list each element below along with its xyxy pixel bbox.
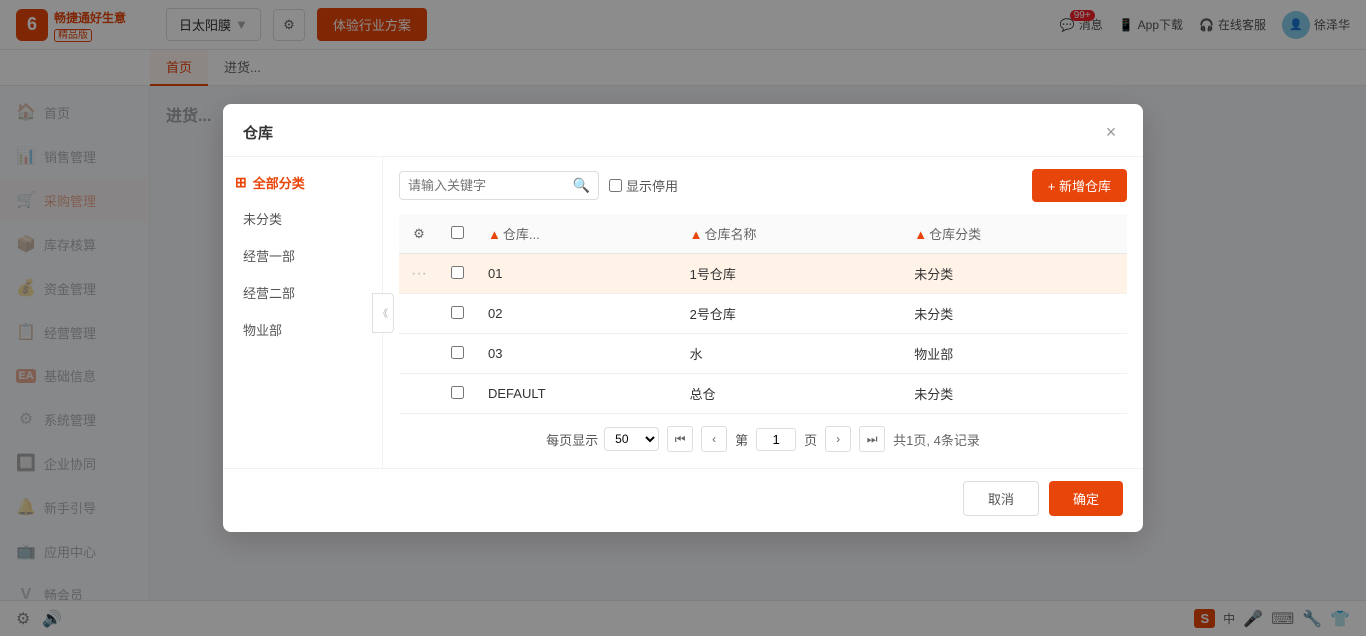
cat-item-1[interactable]: 经营一部	[223, 237, 382, 274]
all-categories[interactable]: ⊞ 全部分类	[223, 165, 382, 200]
add-warehouse-button[interactable]: + 新增仓库	[1032, 169, 1127, 202]
page-label: 第	[735, 430, 748, 449]
row-warehouse-name: 水	[678, 334, 903, 374]
row-check[interactable]	[439, 294, 476, 334]
row-category: 物业部	[902, 334, 1127, 374]
table-row[interactable]: 022号仓库未分类	[399, 294, 1127, 334]
per-page-label: 每页显示	[546, 430, 598, 449]
cat-item-label: 经营二部	[243, 286, 295, 301]
page-size-select[interactable]: 50 10 20 100	[604, 427, 659, 451]
pagination: 每页显示 50 10 20 100 ⏮ ‹ 第 页 › ⏭	[399, 414, 1127, 456]
page-unit: 页	[804, 430, 817, 449]
search-input[interactable]	[408, 178, 567, 193]
search-icon: 🔍	[573, 177, 590, 194]
search-wrap: 🔍	[399, 171, 599, 200]
row-code: DEFAULT	[476, 374, 678, 414]
row-check[interactable]	[439, 334, 476, 374]
row-checkbox[interactable]	[451, 386, 464, 399]
page-input[interactable]	[756, 428, 796, 451]
col-name: ▲仓库名称	[678, 214, 903, 254]
page-first-button[interactable]: ⏮	[667, 426, 693, 452]
all-categories-label: 全部分类	[253, 173, 305, 192]
row-actions[interactable]	[399, 294, 439, 334]
row-actions[interactable]: ···	[399, 254, 439, 294]
warehouse-modal: 仓库 × ⊞ 全部分类 未分类 经营一部 经营二部	[223, 104, 1143, 532]
row-warehouse-name: 1号仓库	[678, 254, 903, 294]
select-all-checkbox[interactable]	[451, 226, 464, 239]
row-code: 02	[476, 294, 678, 334]
modal-close-button[interactable]: ×	[1099, 120, 1123, 144]
page-prev-button[interactable]: ‹	[701, 426, 727, 452]
row-warehouse-name: 总仓	[678, 374, 903, 414]
sort-icon: ▲	[690, 227, 703, 242]
col-code: ▲仓库...	[476, 214, 678, 254]
row-checkbox[interactable]	[451, 306, 464, 319]
modal-overlay: 仓库 × ⊞ 全部分类 未分类 经营一部 经营二部	[0, 0, 1366, 636]
modal-title: 仓库	[243, 122, 273, 143]
row-code: 03	[476, 334, 678, 374]
page-total: 共1页, 4条记录	[893, 430, 980, 449]
table-row[interactable]: DEFAULT总仓未分类	[399, 374, 1127, 414]
row-actions[interactable]	[399, 334, 439, 374]
table-toolbar: 🔍 显示停用 + 新增仓库	[399, 169, 1127, 202]
row-category: 未分类	[902, 294, 1127, 334]
row-warehouse-name: 2号仓库	[678, 294, 903, 334]
modal-body: ⊞ 全部分类 未分类 经营一部 经营二部 物业部 《	[223, 157, 1143, 468]
cat-item-label: 未分类	[243, 212, 282, 227]
cat-item-0[interactable]: 未分类	[223, 200, 382, 237]
modal-header: 仓库 ×	[223, 104, 1143, 157]
table-row[interactable]: ··· 011号仓库未分类	[399, 254, 1127, 294]
col-settings: ⚙	[399, 214, 439, 254]
col-category: ▲仓库分类	[902, 214, 1127, 254]
cat-collapse-button[interactable]: 《	[372, 293, 394, 333]
confirm-button[interactable]: 确定	[1049, 481, 1123, 516]
show-disabled-label[interactable]: 显示停用	[609, 176, 678, 195]
show-disabled-text: 显示停用	[626, 176, 678, 195]
sort-icon: ▲	[488, 227, 501, 242]
warehouse-table: ⚙ ▲仓库... ▲仓库名称 ▲仓库分类 ···011号仓库未分类022号仓库未…	[399, 214, 1127, 414]
page-last-button[interactable]: ⏭	[859, 426, 885, 452]
row-category: 未分类	[902, 254, 1127, 294]
row-checkbox[interactable]	[451, 346, 464, 359]
cat-item-label: 经营一部	[243, 249, 295, 264]
page-next-button[interactable]: ›	[825, 426, 851, 452]
col-check	[439, 214, 476, 254]
cat-item-label: 物业部	[243, 323, 282, 338]
row-check[interactable]	[439, 374, 476, 414]
cat-item-2[interactable]: 经营二部	[223, 274, 382, 311]
table-area: 🔍 显示停用 + 新增仓库 ⚙ ▲仓库...	[383, 157, 1143, 468]
row-code: 01	[476, 254, 678, 294]
row-checkbox[interactable]	[451, 266, 464, 279]
grid-icon: ⊞	[235, 174, 247, 191]
modal-footer: 取消 确定	[223, 468, 1143, 532]
table-row[interactable]: 03水物业部	[399, 334, 1127, 374]
sort-icon: ▲	[914, 227, 927, 242]
row-category: 未分类	[902, 374, 1127, 414]
row-check[interactable]	[439, 254, 476, 294]
cancel-button[interactable]: 取消	[963, 481, 1039, 516]
dots-icon[interactable]: ···	[411, 265, 427, 282]
category-sidebar: ⊞ 全部分类 未分类 经营一部 经营二部 物业部 《	[223, 157, 383, 468]
cat-item-3[interactable]: 物业部	[223, 311, 382, 348]
row-actions[interactable]	[399, 374, 439, 414]
page-size-wrap: 每页显示 50 10 20 100	[546, 427, 659, 451]
show-disabled-checkbox[interactable]	[609, 179, 622, 192]
